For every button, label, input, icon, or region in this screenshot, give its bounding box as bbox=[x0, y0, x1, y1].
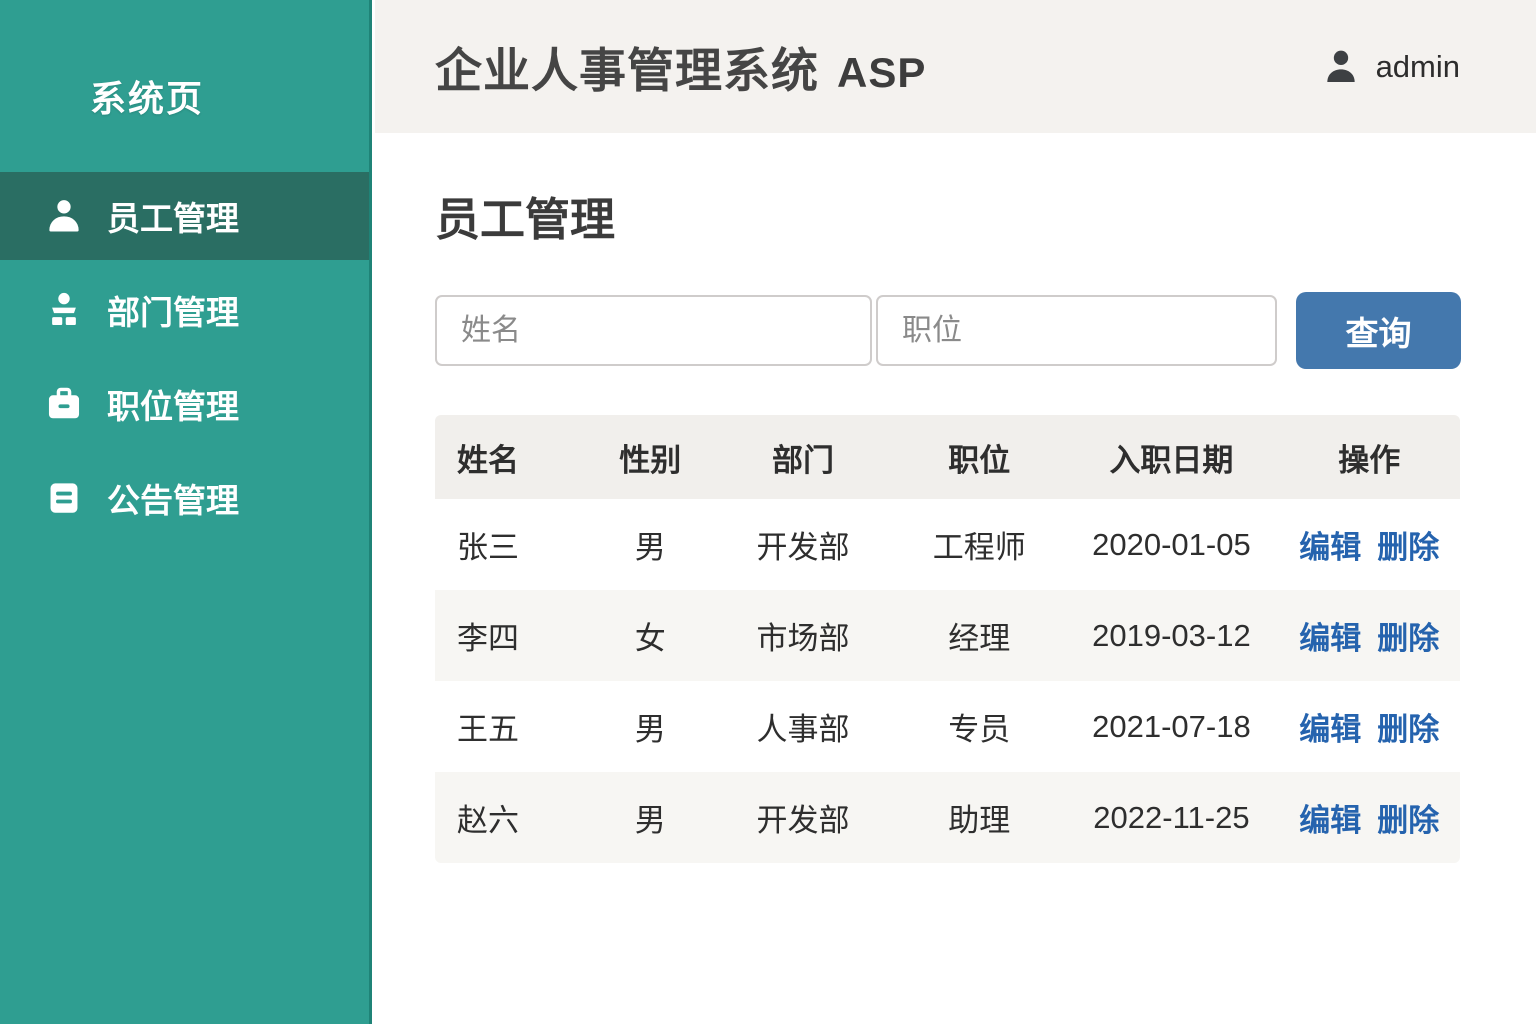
user-menu[interactable]: admin bbox=[1321, 47, 1460, 87]
delete-link[interactable]: 删除 bbox=[1377, 712, 1439, 747]
employee-table: 姓名 性别 部门 职位 入职日期 操作 张三 男 开发部 工程师 2020-01… bbox=[435, 415, 1460, 863]
cell-department: 开发部 bbox=[711, 499, 895, 590]
sidebar-menu: 员工管理 部门管理 职位管理 公告管理 bbox=[0, 172, 369, 548]
edit-link[interactable]: 编辑 bbox=[1299, 621, 1361, 656]
delete-link[interactable]: 删除 bbox=[1377, 621, 1439, 656]
sidebar-item-label: 公告管理 bbox=[107, 482, 239, 519]
search-form: 查询 bbox=[435, 292, 1536, 369]
sidebar: 系统页 员工管理 部门管理 职位管理 公告管理 bbox=[0, 0, 372, 1024]
cell-position: 经理 bbox=[894, 590, 1065, 681]
header-position: 职位 bbox=[894, 415, 1065, 499]
sidebar-item-label: 员工管理 bbox=[107, 200, 239, 237]
edit-link[interactable]: 编辑 bbox=[1299, 712, 1361, 747]
sidebar-item-position-management[interactable]: 职位管理 bbox=[0, 360, 369, 448]
cell-hire-date: 2021-07-18 bbox=[1064, 681, 1279, 772]
main-content: 员工管理 查询 姓名 性别 部门 职位 入职日期 操作 bbox=[375, 133, 1536, 1024]
cell-name: 张三 bbox=[435, 499, 589, 590]
table-row: 赵六 男 开发部 助理 2022-11-25 编辑 删除 bbox=[435, 772, 1460, 863]
cell-actions: 编辑 删除 bbox=[1278, 590, 1460, 681]
header-name: 姓名 bbox=[435, 415, 589, 499]
user-name: admin bbox=[1375, 48, 1460, 84]
cell-hire-date: 2020-01-05 bbox=[1064, 499, 1279, 590]
sidebar-item-department-management[interactable]: 部门管理 bbox=[0, 266, 369, 354]
cell-position: 助理 bbox=[894, 772, 1065, 863]
cell-actions: 编辑 删除 bbox=[1278, 772, 1460, 863]
cell-position: 工程师 bbox=[894, 499, 1065, 590]
cell-name: 李四 bbox=[435, 590, 589, 681]
header-hire-date: 入职日期 bbox=[1064, 415, 1279, 499]
table-row: 李四 女 市场部 经理 2019-03-12 编辑 删除 bbox=[435, 590, 1460, 681]
cell-gender: 男 bbox=[588, 499, 712, 590]
sidebar-title: 系统页 bbox=[90, 78, 205, 119]
document-icon bbox=[50, 483, 78, 513]
cell-name: 赵六 bbox=[435, 772, 589, 863]
cell-name: 王五 bbox=[435, 681, 589, 772]
position-search-input[interactable] bbox=[876, 295, 1277, 366]
edit-link[interactable]: 编辑 bbox=[1299, 530, 1361, 565]
briefcase-icon bbox=[48, 387, 80, 419]
app-title-suffix: ASP bbox=[837, 49, 927, 96]
cell-department: 市场部 bbox=[711, 590, 895, 681]
cell-actions: 编辑 删除 bbox=[1278, 681, 1460, 772]
delete-link[interactable]: 删除 bbox=[1377, 803, 1439, 838]
cell-gender: 男 bbox=[588, 772, 712, 863]
header-department: 部门 bbox=[711, 415, 895, 499]
header-actions: 操作 bbox=[1278, 415, 1460, 499]
app-title-text: 企业人事管理系统 bbox=[435, 44, 819, 97]
sidebar-item-label: 部门管理 bbox=[107, 294, 239, 331]
table-row: 王五 男 人事部 专员 2021-07-18 编辑 删除 bbox=[435, 681, 1460, 772]
cell-gender: 女 bbox=[588, 590, 712, 681]
header-gender: 性别 bbox=[588, 415, 712, 499]
page-title: 员工管理 bbox=[435, 194, 616, 245]
name-search-input[interactable] bbox=[435, 295, 872, 366]
user-avatar-icon bbox=[1326, 50, 1355, 82]
search-button[interactable]: 查询 bbox=[1296, 292, 1461, 369]
edit-link[interactable]: 编辑 bbox=[1299, 803, 1361, 838]
sidebar-item-employee-management[interactable]: 员工管理 bbox=[0, 172, 369, 260]
cell-hire-date: 2019-03-12 bbox=[1064, 590, 1279, 681]
cell-department: 人事部 bbox=[711, 681, 895, 772]
cell-gender: 男 bbox=[588, 681, 712, 772]
org-icon bbox=[52, 292, 76, 326]
delete-link[interactable]: 删除 bbox=[1377, 530, 1439, 565]
sidebar-item-announcement-management[interactable]: 公告管理 bbox=[0, 454, 369, 542]
app-title: 企业人事管理系统 ASP bbox=[435, 32, 926, 101]
cell-actions: 编辑 删除 bbox=[1278, 499, 1460, 590]
top-header: 企业人事管理系统 ASP admin bbox=[375, 0, 1536, 133]
table-header-row: 姓名 性别 部门 职位 入职日期 操作 bbox=[435, 415, 1460, 499]
cell-hire-date: 2022-11-25 bbox=[1064, 772, 1279, 863]
cell-department: 开发部 bbox=[711, 772, 895, 863]
sidebar-item-label: 职位管理 bbox=[107, 388, 239, 425]
table-row: 张三 男 开发部 工程师 2020-01-05 编辑 删除 bbox=[435, 499, 1460, 590]
user-icon bbox=[49, 200, 79, 232]
cell-position: 专员 bbox=[894, 681, 1065, 772]
